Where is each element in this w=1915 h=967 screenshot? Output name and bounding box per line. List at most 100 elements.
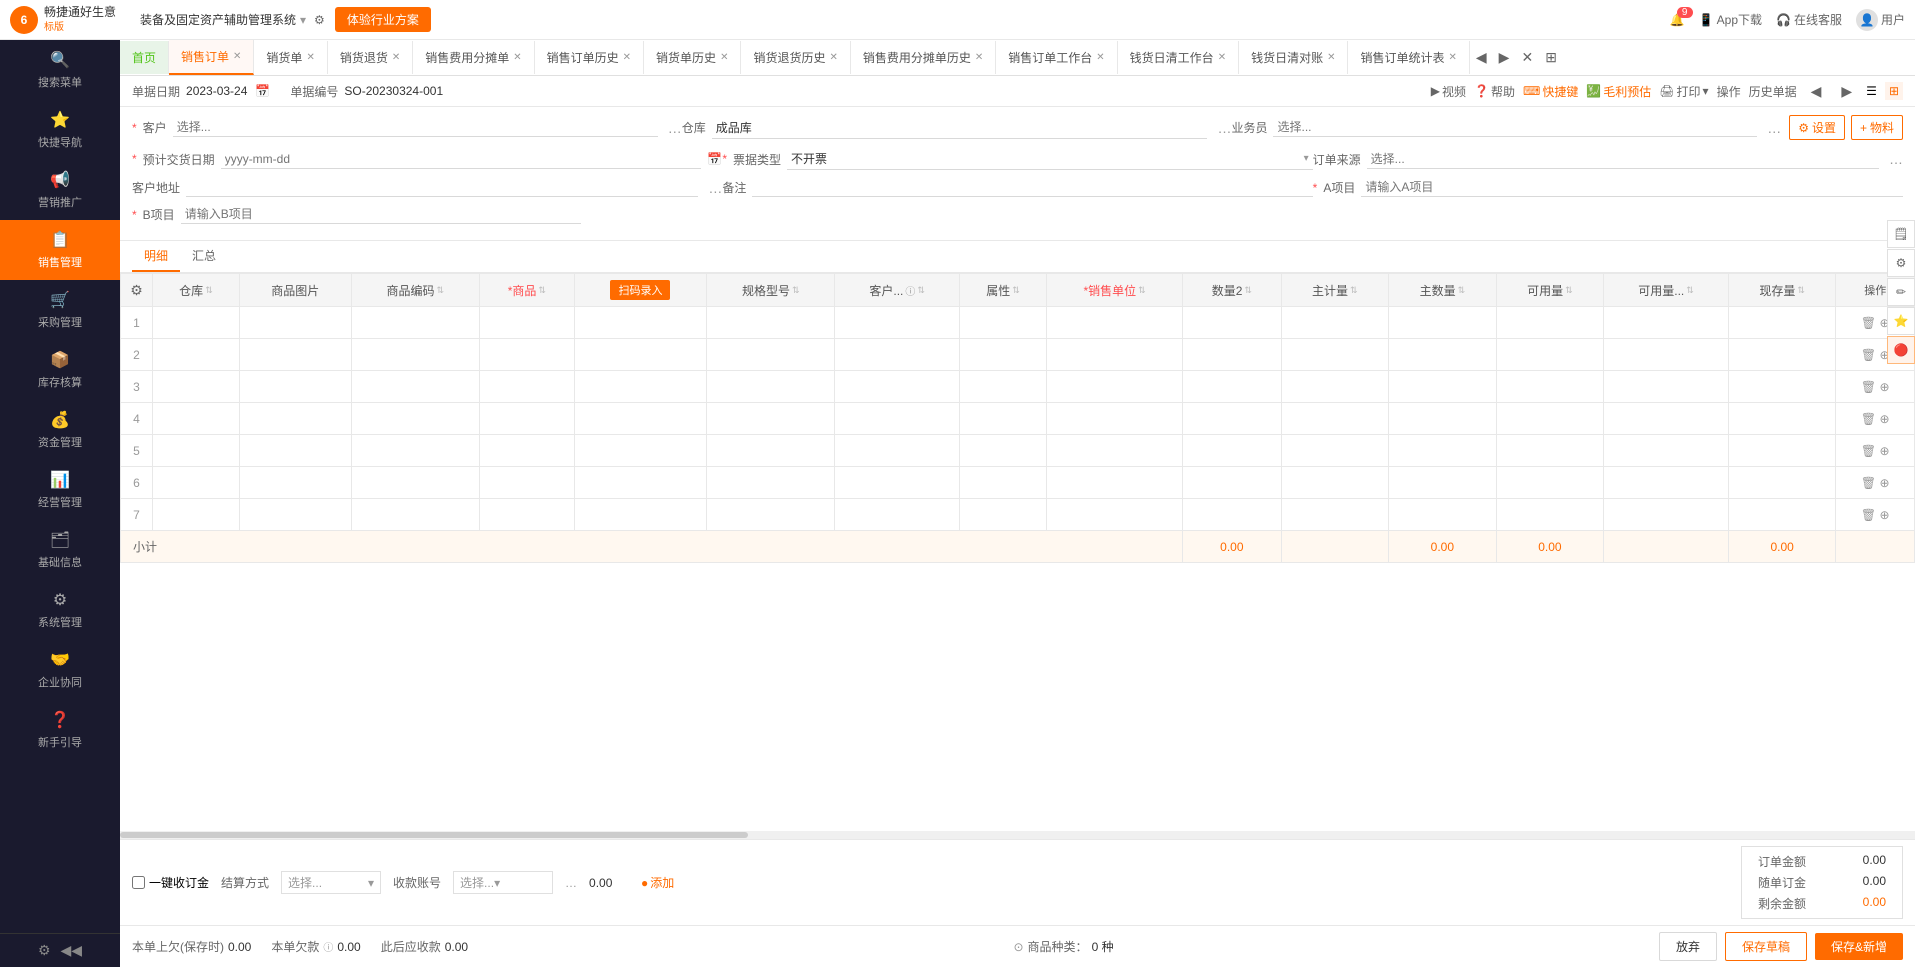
row-3-customer-code[interactable] — [835, 371, 960, 403]
row-3-spec[interactable] — [707, 371, 835, 403]
row-1-main-qty[interactable] — [1389, 307, 1497, 339]
row-2-customer-code[interactable] — [835, 339, 960, 371]
delete-row-6-icon[interactable]: 🗑 — [1861, 476, 1876, 490]
add-material-button[interactable]: + 物料 — [1851, 115, 1903, 140]
copy-row-6-icon[interactable]: ⊕ — [1879, 476, 1889, 490]
row-2-unit[interactable] — [1046, 339, 1182, 371]
copy-row-3-icon[interactable]: ⊕ — [1879, 380, 1889, 394]
row-1-qty2[interactable] — [1183, 307, 1281, 339]
tab-sales-return[interactable]: 销货退货 ✕ — [328, 41, 413, 74]
tab-summary[interactable]: 汇总 — [180, 241, 228, 272]
record-prev-btn[interactable]: ◀ — [1805, 83, 1828, 100]
row-2-attr[interactable] — [960, 339, 1047, 371]
sidebar-item-finance[interactable]: 💰 资金管理 — [0, 400, 120, 460]
tab-close-invoice-history[interactable]: ✕ — [720, 52, 728, 63]
industry-button[interactable]: 体验行业方案 — [335, 7, 431, 32]
print-link[interactable]: 🖨 打印 ▾ — [1659, 83, 1708, 100]
sidebar-item-search[interactable]: 🔍 搜索菜单 — [0, 40, 120, 100]
float-btn-4[interactable]: ⭐ — [1887, 307, 1915, 335]
tab-close-order-history[interactable]: ✕ — [623, 52, 631, 63]
tab-close-expense[interactable]: ✕ — [513, 52, 521, 63]
row-1-product[interactable] — [479, 307, 574, 339]
add-payment-button[interactable]: ● 添加 — [641, 874, 674, 891]
sidebar-item-sales[interactable]: 📋 销售管理 — [0, 220, 120, 280]
customer-input[interactable] — [173, 118, 658, 137]
discard-button[interactable]: 放弃 — [1659, 932, 1717, 961]
tab-close-cash-workbench[interactable]: ✕ — [1218, 52, 1226, 63]
delete-row-3-icon[interactable]: 🗑 — [1861, 380, 1876, 394]
sidebar-item-marketing[interactable]: 📢 营销推广 — [0, 160, 120, 220]
tab-close-order-workbench[interactable]: ✕ — [1096, 52, 1104, 63]
float-btn-2[interactable]: ⚙ — [1887, 249, 1915, 277]
sidebar-item-guide[interactable]: ❓ 新手引导 — [0, 700, 120, 760]
invoice-type-select[interactable]: 不开票 ▾ — [787, 148, 1313, 170]
settings-icon[interactable]: ⚙ — [314, 13, 325, 27]
copy-row-7-icon[interactable]: ⊕ — [1879, 508, 1889, 522]
operations-link[interactable]: 操作 — [1717, 83, 1741, 100]
col-settings-icon[interactable]: ⚙ — [130, 282, 143, 298]
warehouse-more-icon[interactable]: … — [1217, 120, 1231, 136]
delivery-date-input[interactable] — [221, 150, 702, 169]
bank-account-select[interactable]: 选择... ▾ — [453, 871, 553, 894]
scroll-track[interactable] — [120, 832, 748, 838]
row-3-qty2[interactable] — [1183, 371, 1281, 403]
tab-close-cash-reconcile[interactable]: ✕ — [1327, 52, 1335, 63]
row-3-warehouse[interactable] — [153, 371, 240, 403]
online-service-link[interactable]: 🎧 在线客服 — [1776, 11, 1842, 28]
row-1-warehouse[interactable] — [153, 307, 240, 339]
row-3-code[interactable] — [351, 371, 479, 403]
a-project-input[interactable] — [1361, 178, 1903, 197]
sidebar-item-inventory[interactable]: 📦 库存核算 — [0, 340, 120, 400]
quick-settle-input[interactable] — [132, 876, 145, 889]
chevron-down-icon[interactable]: ▾ — [300, 13, 306, 27]
tab-sales-order[interactable]: 销售订单 ✕ — [169, 40, 254, 75]
delete-row-7-icon[interactable]: 🗑 — [1861, 508, 1876, 522]
row-3-unit[interactable] — [1046, 371, 1182, 403]
save-new-button[interactable]: 保存&新增 — [1815, 933, 1903, 960]
row-2-warehouse[interactable] — [153, 339, 240, 371]
tab-detail[interactable]: 明细 — [132, 241, 180, 272]
float-btn-1[interactable]: 🗒 — [1887, 220, 1915, 248]
salesperson-more-icon[interactable]: … — [1767, 120, 1781, 136]
delete-row-5-icon[interactable]: 🗑 — [1861, 444, 1876, 458]
copy-row-4-icon[interactable]: ⊕ — [1879, 412, 1889, 426]
order-source-more-icon[interactable]: … — [1889, 151, 1903, 167]
order-source-input[interactable] — [1367, 150, 1879, 169]
sidebar-item-basic-info[interactable]: 🗂 基础信息 — [0, 520, 120, 580]
tab-prev-btn[interactable]: ◀ — [1470, 49, 1493, 66]
tab-next-btn[interactable]: ▶ — [1493, 49, 1516, 66]
record-next-btn[interactable]: ▶ — [1835, 83, 1858, 100]
customer-more-icon[interactable]: … — [668, 120, 682, 136]
remark-input[interactable] — [752, 178, 1312, 197]
help-link[interactable]: ❓ 帮助 — [1474, 83, 1515, 100]
video-link[interactable]: ▶ 视频 — [1431, 83, 1466, 100]
row-3-product[interactable] — [479, 371, 574, 403]
shortcuts-link[interactable]: ⌨ 快捷键 — [1523, 83, 1578, 100]
sidebar-item-purchase[interactable]: 🛒 采购管理 — [0, 280, 120, 340]
row-1-code[interactable] — [351, 307, 479, 339]
float-btn-5[interactable]: 🔴 — [1887, 336, 1915, 364]
row-2-main-qty[interactable] — [1389, 339, 1497, 371]
scan-button[interactable]: 扫码录入 — [610, 280, 670, 300]
tab-order-history[interactable]: 销售订单历史 ✕ — [535, 41, 644, 74]
table-scroll-bar[interactable] — [120, 831, 1915, 839]
tab-close-expense-history[interactable]: ✕ — [975, 52, 983, 63]
copy-row-5-icon[interactable]: ⊕ — [1879, 444, 1889, 458]
delete-row-2-icon[interactable]: 🗑 — [1861, 348, 1876, 362]
sidebar-collapse-icon[interactable]: ◀◀ — [61, 942, 83, 959]
row-1-customer-code[interactable] — [835, 307, 960, 339]
tab-close-return-history[interactable]: ✕ — [829, 52, 837, 63]
sidebar-item-operations[interactable]: 📊 经营管理 — [0, 460, 120, 520]
row-1-spec[interactable] — [707, 307, 835, 339]
tab-more-btn[interactable]: ⊞ — [1539, 49, 1563, 66]
address-input[interactable] — [186, 178, 698, 197]
tab-cash-workbench[interactable]: 钱货日清工作台 ✕ — [1118, 41, 1239, 74]
row-2-qty2[interactable] — [1183, 339, 1281, 371]
delete-row-4-icon[interactable]: 🗑 — [1861, 412, 1876, 426]
salesperson-input[interactable] — [1273, 118, 1757, 137]
tab-home[interactable]: 首页 — [120, 41, 169, 74]
list-view-icon[interactable]: ☰ — [1866, 84, 1877, 98]
sidebar-item-system[interactable]: ⚙ 系统管理 — [0, 580, 120, 640]
sidebar-item-shortcuts[interactable]: ⭐ 快捷导航 — [0, 100, 120, 160]
delete-row-1-icon[interactable]: 🗑 — [1861, 316, 1876, 330]
